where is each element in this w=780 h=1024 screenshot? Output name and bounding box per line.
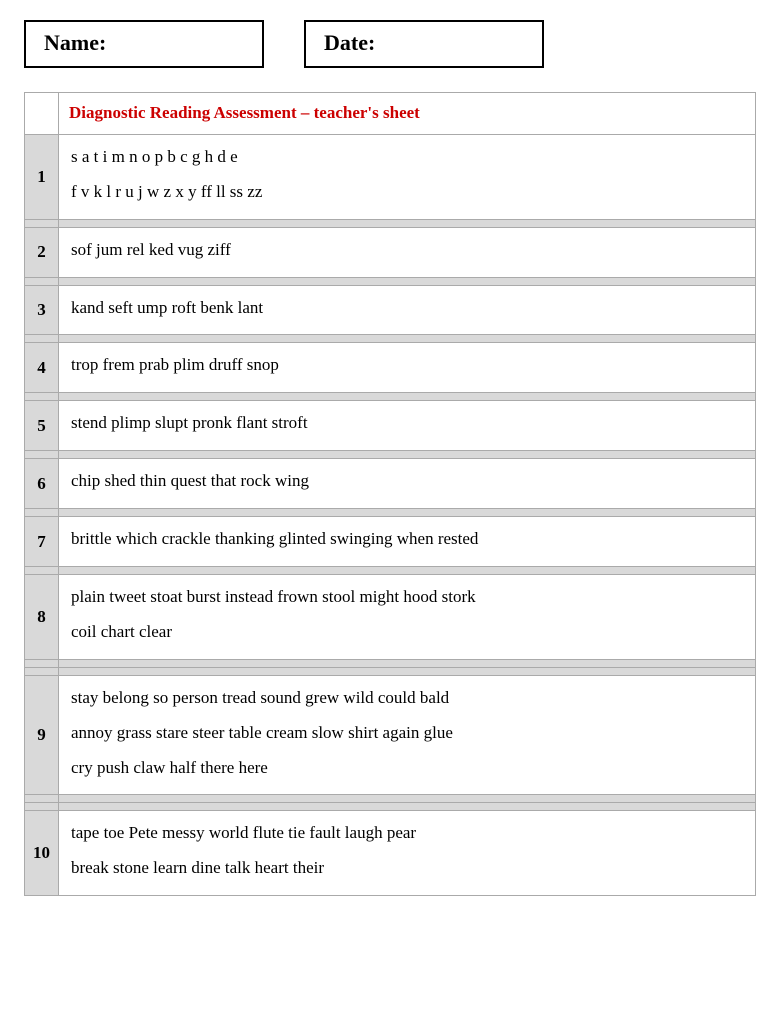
word-line: plain tweet stoat burst instead frown st… bbox=[71, 583, 743, 612]
word-line: annoy grass stare steer table cream slow… bbox=[71, 719, 743, 748]
row-content: sof jum rel ked vug ziff bbox=[59, 227, 756, 277]
spacer-row bbox=[25, 509, 756, 517]
word-line: stay belong so person tread sound grew w… bbox=[71, 684, 743, 713]
row-content: trop frem prab plim druff snop bbox=[59, 343, 756, 393]
name-field[interactable]: Name: bbox=[24, 20, 264, 68]
table-row: 3 kand seft ump roft benk lant bbox=[25, 285, 756, 335]
date-field[interactable]: Date: bbox=[304, 20, 544, 68]
word-line: kand seft ump roft benk lant bbox=[71, 294, 743, 323]
table-row: 2 sof jum rel ked vug ziff bbox=[25, 227, 756, 277]
row-number: 5 bbox=[25, 401, 59, 451]
row-number: 6 bbox=[25, 459, 59, 509]
row-number: 2 bbox=[25, 227, 59, 277]
word-line: break stone learn dine talk heart their bbox=[71, 854, 743, 883]
row-content: chip shed thin quest that rock wing bbox=[59, 459, 756, 509]
word-line: trop frem prab plim druff snop bbox=[71, 351, 743, 380]
row-content: stend plimp slupt pronk flant stroft bbox=[59, 401, 756, 451]
title-row: Diagnostic Reading Assessment – teacher'… bbox=[25, 93, 756, 135]
word-line: brittle which crackle thanking glinted s… bbox=[71, 525, 743, 554]
word-line: tape toe Pete messy world flute tie faul… bbox=[71, 819, 743, 848]
row-content: s a t i m n o p b c g h d e f v k l r u j… bbox=[59, 134, 756, 219]
table-row: 9 stay belong so person tread sound grew … bbox=[25, 675, 756, 795]
word-line: stend plimp slupt pronk flant stroft bbox=[71, 409, 743, 438]
table-row: 4 trop frem prab plim druff snop bbox=[25, 343, 756, 393]
row-content: plain tweet stoat burst instead frown st… bbox=[59, 575, 756, 660]
spacer-row bbox=[25, 335, 756, 343]
row-number: 4 bbox=[25, 343, 59, 393]
spacer-row bbox=[25, 659, 756, 667]
spacer-row bbox=[25, 219, 756, 227]
spacer-row bbox=[25, 567, 756, 575]
row-content: stay belong so person tread sound grew w… bbox=[59, 675, 756, 795]
word-line: f v k l r u j w z x y ff ll ss zz bbox=[71, 178, 743, 207]
spacer-row bbox=[25, 277, 756, 285]
table-row: 10 tape toe Pete messy world flute tie fa… bbox=[25, 811, 756, 896]
spacer-row bbox=[25, 803, 756, 811]
word-line: s a t i m n o p b c g h d e bbox=[71, 143, 743, 172]
assessment-table: Diagnostic Reading Assessment – teacher'… bbox=[24, 92, 756, 896]
word-line: cry push claw half there here bbox=[71, 754, 743, 783]
table-row: 1 s a t i m n o p b c g h d e f v k l r u … bbox=[25, 134, 756, 219]
table-row: 7 brittle which crackle thanking glinted … bbox=[25, 517, 756, 567]
spacer-row bbox=[25, 667, 756, 675]
row-content: tape toe Pete messy world flute tie faul… bbox=[59, 811, 756, 896]
spacer-row bbox=[25, 795, 756, 803]
spacer-row bbox=[25, 393, 756, 401]
table-row: 8 plain tweet stoat burst instead frown s… bbox=[25, 575, 756, 660]
assessment-title: Diagnostic Reading Assessment – teacher'… bbox=[69, 103, 420, 122]
table-row: 6 chip shed thin quest that rock wing bbox=[25, 459, 756, 509]
row-number: 1 bbox=[25, 134, 59, 219]
row-number: 9 bbox=[25, 675, 59, 795]
row-content: kand seft ump roft benk lant bbox=[59, 285, 756, 335]
row-number: 10 bbox=[25, 811, 59, 896]
date-label: Date: bbox=[324, 30, 375, 55]
word-line: chip shed thin quest that rock wing bbox=[71, 467, 743, 496]
header: Name: Date: bbox=[24, 20, 756, 68]
row-number: 3 bbox=[25, 285, 59, 335]
row-number: 8 bbox=[25, 575, 59, 660]
word-line: coil chart clear bbox=[71, 618, 743, 647]
name-label: Name: bbox=[44, 30, 106, 55]
row-number: 7 bbox=[25, 517, 59, 567]
spacer-row bbox=[25, 451, 756, 459]
row-content: brittle which crackle thanking glinted s… bbox=[59, 517, 756, 567]
word-line: sof jum rel ked vug ziff bbox=[71, 236, 743, 265]
table-row: 5 stend plimp slupt pronk flant stroft bbox=[25, 401, 756, 451]
